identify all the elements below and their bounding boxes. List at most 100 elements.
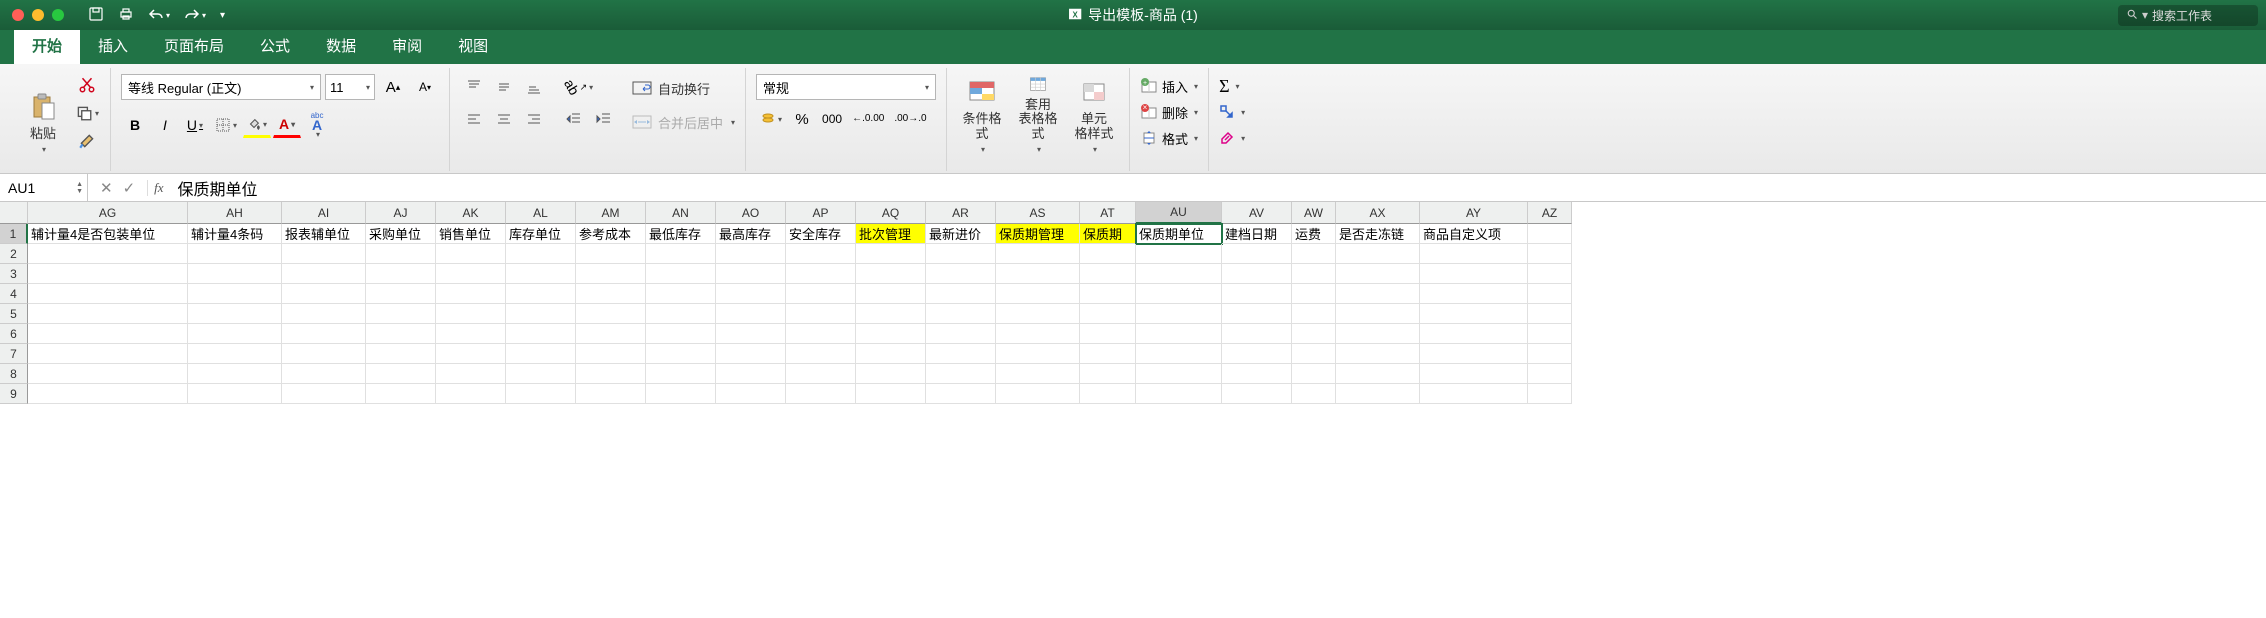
cell-AH2[interactable] [188,244,282,264]
cell-AH8[interactable] [188,364,282,384]
fill-button[interactable]: ▾ [1219,100,1245,124]
tab-数据[interactable]: 数据 [308,27,374,64]
align-right-button[interactable] [520,106,548,132]
align-middle-button[interactable] [490,74,518,100]
print-icon[interactable] [118,6,134,25]
font-name-select[interactable]: 等线 Regular (正文)▾ [121,74,321,100]
cell-AQ9[interactable] [856,384,926,404]
cell-AI1[interactable]: 报表辅单位 [282,224,366,244]
decrease-decimal-button[interactable]: .00→.0 [890,106,930,132]
cell-AJ6[interactable] [366,324,436,344]
cell-AO1[interactable]: 最高库存 [716,224,786,244]
cell-AT2[interactable] [1080,244,1136,264]
cell-AH3[interactable] [188,264,282,284]
redo-icon[interactable]: ▾ [184,7,206,23]
cell-AK8[interactable] [436,364,506,384]
paste-button[interactable]: 粘贴 ▾ [18,70,68,158]
cell-AZ6[interactable] [1528,324,1572,344]
cell-AW1[interactable]: 运费 [1292,224,1336,244]
col-header-AG[interactable]: AG [28,202,188,224]
copy-button[interactable]: ▾ [74,102,100,124]
cell-AU2[interactable] [1136,244,1222,264]
bold-button[interactable]: B [121,112,149,138]
cell-AW8[interactable] [1292,364,1336,384]
cell-AX8[interactable] [1336,364,1420,384]
cell-AG3[interactable] [28,264,188,284]
cell-AT6[interactable] [1080,324,1136,344]
save-icon[interactable] [88,6,104,25]
cell-AY7[interactable] [1420,344,1528,364]
cell-AU8[interactable] [1136,364,1222,384]
cell-AK4[interactable] [436,284,506,304]
cut-button[interactable] [74,74,100,96]
col-header-AM[interactable]: AM [576,202,646,224]
phonetic-button[interactable]: abcA▾ [303,112,331,138]
cell-AP4[interactable] [786,284,856,304]
cell-AQ3[interactable] [856,264,926,284]
cell-AI6[interactable] [282,324,366,344]
cell-AT3[interactable] [1080,264,1136,284]
align-left-button[interactable] [460,106,488,132]
cell-AR9[interactable] [926,384,996,404]
tab-审阅[interactable]: 审阅 [374,27,440,64]
cell-AX7[interactable] [1336,344,1420,364]
row-header-2[interactable]: 2 [0,244,28,264]
cell-AP9[interactable] [786,384,856,404]
col-header-AL[interactable]: AL [506,202,576,224]
cell-AI9[interactable] [282,384,366,404]
cell-AN5[interactable] [646,304,716,324]
cell-AN7[interactable] [646,344,716,364]
cell-AG7[interactable] [28,344,188,364]
cell-AH6[interactable] [188,324,282,344]
cell-AQ5[interactable] [856,304,926,324]
cell-AH7[interactable] [188,344,282,364]
col-header-AN[interactable]: AN [646,202,716,224]
cell-AZ9[interactable] [1528,384,1572,404]
cell-AO7[interactable] [716,344,786,364]
cell-AZ3[interactable] [1528,264,1572,284]
cell-AL1[interactable]: 库存单位 [506,224,576,244]
cell-AV8[interactable] [1222,364,1292,384]
cell-AP5[interactable] [786,304,856,324]
cell-AR5[interactable] [926,304,996,324]
cell-AY2[interactable] [1420,244,1528,264]
col-header-AX[interactable]: AX [1336,202,1420,224]
cell-AP3[interactable] [786,264,856,284]
cell-AK3[interactable] [436,264,506,284]
cell-AO6[interactable] [716,324,786,344]
italic-button[interactable]: I [151,112,179,138]
cell-AV7[interactable] [1222,344,1292,364]
merge-center-button[interactable]: 合并后居中 ▾ [632,108,735,136]
cell-AY9[interactable] [1420,384,1528,404]
cell-AP7[interactable] [786,344,856,364]
cell-AK1[interactable]: 销售单位 [436,224,506,244]
cell-AI3[interactable] [282,264,366,284]
format-cells-button[interactable]: 格式▾ [1140,126,1198,150]
cell-AQ8[interactable] [856,364,926,384]
cell-AP2[interactable] [786,244,856,264]
col-header-AP[interactable]: AP [786,202,856,224]
cell-styles-button[interactable]: 单元 格样式 ▾ [1069,70,1119,158]
cell-AQ6[interactable] [856,324,926,344]
delete-cells-button[interactable]: × 删除▾ [1140,100,1198,124]
cell-AW2[interactable] [1292,244,1336,264]
cell-AM3[interactable] [576,264,646,284]
fx-icon[interactable]: fx [147,180,169,196]
cell-AY1[interactable]: 商品自定义项 [1420,224,1528,244]
cell-AP8[interactable] [786,364,856,384]
cell-AJ7[interactable] [366,344,436,364]
cell-AJ9[interactable] [366,384,436,404]
cell-AX5[interactable] [1336,304,1420,324]
cell-AR4[interactable] [926,284,996,304]
cell-AL9[interactable] [506,384,576,404]
cell-AI5[interactable] [282,304,366,324]
cell-AT9[interactable] [1080,384,1136,404]
cell-AM5[interactable] [576,304,646,324]
col-header-AJ[interactable]: AJ [366,202,436,224]
cell-AJ1[interactable]: 采购单位 [366,224,436,244]
orientation-button[interactable]: ab↗▾ [560,74,597,100]
col-header-AU[interactable]: AU [1136,202,1222,224]
cell-AL4[interactable] [506,284,576,304]
cell-AM8[interactable] [576,364,646,384]
clear-button[interactable]: ▾ [1219,126,1245,150]
